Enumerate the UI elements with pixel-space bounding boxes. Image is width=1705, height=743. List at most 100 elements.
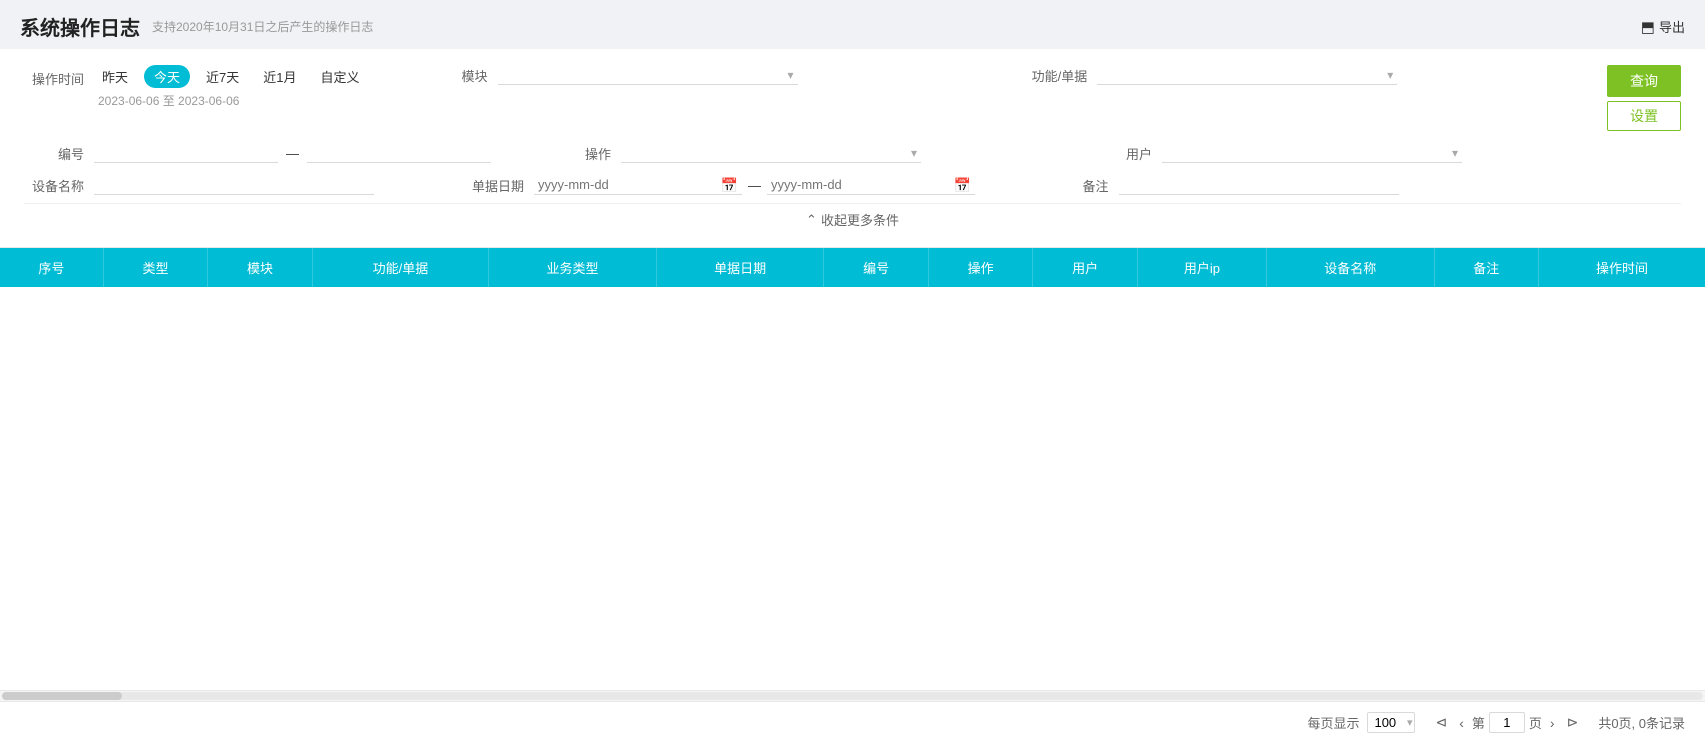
time-options: 昨天 今天 近7天 近1月 自定义 2023-06-06 至 2023-06-0… <box>94 65 368 109</box>
page-container: 系统操作日志 支持2020年10月31日之后产生的操作日志 ⬒ 导出 操作时间 … <box>0 0 1705 743</box>
time-btn-1month[interactable]: 近1月 <box>255 65 304 88</box>
date-group: 单据日期 📅 — 📅 <box>404 175 1009 195</box>
time-buttons: 昨天 今天 近7天 近1月 自定义 <box>94 65 368 88</box>
time-filter-group: 操作时间 昨天 今天 近7天 近1月 自定义 2023-06-06 至 2023… <box>24 65 368 109</box>
date-from-input[interactable] <box>534 175 742 195</box>
date-dash: — <box>748 178 761 193</box>
time-btn-custom[interactable]: 自定义 <box>313 65 368 88</box>
device-input[interactable] <box>94 175 374 195</box>
page-suffix: 页 <box>1529 713 1542 732</box>
user-select[interactable] <box>1162 143 1462 163</box>
table-header: 序号 类型 模块 功能/单据 业务类型 单据日期 编号 操作 用户 用户ip 设… <box>0 248 1705 287</box>
col-op-time: 操作时间 <box>1539 248 1705 287</box>
code-group: 编号 — <box>24 143 491 163</box>
last-page-button[interactable]: ⊳ <box>1563 712 1583 733</box>
function-select-wrapper: ▾ <box>1097 65 1397 85</box>
module-group: 模块 ▾ <box>368 65 988 85</box>
date-range-wrapper: 📅 — 📅 <box>534 175 975 195</box>
prev-page-button[interactable]: ‹ <box>1455 713 1468 733</box>
col-device: 设备名称 <box>1266 248 1434 287</box>
col-biz-type: 业务类型 <box>489 248 657 287</box>
code-to-input[interactable] <box>307 143 491 163</box>
calendar-to-icon[interactable]: 📅 <box>954 177 971 194</box>
device-label: 设备名称 <box>24 176 84 195</box>
export-label: 导出 <box>1659 17 1685 36</box>
data-table: 序号 类型 模块 功能/单据 业务类型 单据日期 编号 操作 用户 用户ip 设… <box>0 248 1705 287</box>
col-operation: 操作 <box>928 248 1032 287</box>
col-user-ip: 用户ip <box>1137 248 1266 287</box>
row3: 设备名称 单据日期 📅 — 📅 备注 <box>24 175 1681 195</box>
query-button[interactable]: 查询 <box>1607 65 1681 97</box>
calendar-from-icon[interactable]: 📅 <box>721 177 738 194</box>
function-select[interactable] <box>1097 65 1397 85</box>
time-btn-7days[interactable]: 近7天 <box>198 65 247 88</box>
first-page-button[interactable]: ⊲ <box>1431 712 1451 733</box>
operation-group: 操作 ▾ <box>491 143 1052 163</box>
function-group: 功能/单据 ▾ <box>987 65 1587 85</box>
per-page-select[interactable]: 100 50 200 <box>1367 712 1415 733</box>
function-label: 功能/单据 <box>1027 66 1087 85</box>
code-dash: — <box>286 146 299 161</box>
remark-group: 备注 <box>1009 175 1594 195</box>
code-label: 编号 <box>24 144 84 163</box>
date-to-wrapper: 📅 <box>767 175 975 195</box>
remark-input[interactable] <box>1119 175 1399 195</box>
header-left: 系统操作日志 支持2020年10月31日之后产生的操作日志 <box>20 12 373 41</box>
remark-label: 备注 <box>1049 176 1109 195</box>
page-subtitle: 支持2020年10月31日之后产生的操作日志 <box>152 18 373 35</box>
page-title: 系统操作日志 <box>20 12 140 41</box>
user-group: 用户 ▾ <box>1052 143 1593 163</box>
device-group: 设备名称 <box>24 175 404 195</box>
module-select[interactable] <box>498 65 798 85</box>
total-text: 共0页, 0条记录 <box>1598 713 1685 732</box>
operation-select[interactable] <box>621 143 921 163</box>
user-label: 用户 <box>1092 144 1152 163</box>
date-from-wrapper: 📅 <box>534 175 742 195</box>
page-header: 系统操作日志 支持2020年10月31日之后产生的操作日志 ⬒ 导出 <box>0 0 1705 49</box>
col-remark: 备注 <box>1434 248 1538 287</box>
page-prefix: 第 <box>1472 713 1485 732</box>
date-label: 单据日期 <box>464 176 524 195</box>
page-number-input[interactable] <box>1489 712 1525 733</box>
col-type: 类型 <box>103 248 207 287</box>
operation-select-wrapper: ▾ <box>621 143 921 163</box>
col-doc-date: 单据日期 <box>656 248 824 287</box>
col-seq: 序号 <box>0 248 103 287</box>
date-to-input[interactable] <box>767 175 975 195</box>
per-page-label: 每页显示 <box>1307 713 1359 732</box>
collapse-button[interactable]: ⌃ 收起更多条件 <box>806 210 899 229</box>
time-btn-today[interactable]: 今天 <box>144 65 190 88</box>
time-label: 操作时间 <box>24 65 84 88</box>
code-range: — <box>94 143 491 163</box>
module-select-wrapper: ▾ <box>498 65 798 85</box>
next-page-button[interactable]: › <box>1546 713 1559 733</box>
export-button[interactable]: ⬒ 导出 <box>1641 17 1685 36</box>
row2: 编号 — 操作 ▾ 用户 <box>24 143 1681 163</box>
scrollbar-track[interactable] <box>2 692 1703 700</box>
filter-area: 操作时间 昨天 今天 近7天 近1月 自定义 2023-06-06 至 2023… <box>0 49 1705 248</box>
col-module: 模块 <box>208 248 312 287</box>
col-code: 编号 <box>824 248 928 287</box>
per-page-wrapper: 100 50 200 ▾ <box>1367 712 1415 733</box>
table-container: 序号 类型 模块 功能/单据 业务类型 单据日期 编号 操作 用户 用户ip 设… <box>0 248 1705 690</box>
code-from-input[interactable] <box>94 143 278 163</box>
module-label: 模块 <box>428 66 488 85</box>
col-user: 用户 <box>1033 248 1137 287</box>
operation-label: 操作 <box>551 144 611 163</box>
col-function: 功能/单据 <box>312 248 488 287</box>
scrollbar-thumb[interactable] <box>2 692 122 700</box>
settings-button[interactable]: 设置 <box>1607 101 1681 131</box>
collapse-icon: ⌃ <box>806 212 817 228</box>
empty-area <box>0 287 1705 637</box>
table-header-row: 序号 类型 模块 功能/单据 业务类型 单据日期 编号 操作 用户 用户ip 设… <box>0 248 1705 287</box>
user-select-wrapper: ▾ <box>1162 143 1462 163</box>
pagination-bar: 每页显示 100 50 200 ▾ ⊲ ‹ 第 页 › ⊳ 共0页, 0条记录 <box>0 702 1705 743</box>
time-range-text: 2023-06-06 至 2023-06-06 <box>98 92 368 109</box>
collapse-area: ⌃ 收起更多条件 <box>24 203 1681 239</box>
time-btn-yesterday[interactable]: 昨天 <box>94 65 136 88</box>
scrollbar-area[interactable] <box>0 690 1705 702</box>
collapse-label: 收起更多条件 <box>821 210 899 229</box>
page-nav: ⊲ ‹ 第 页 › ⊳ <box>1431 712 1582 733</box>
export-icon: ⬒ <box>1641 18 1655 36</box>
action-buttons: 查询 设置 <box>1607 65 1681 131</box>
